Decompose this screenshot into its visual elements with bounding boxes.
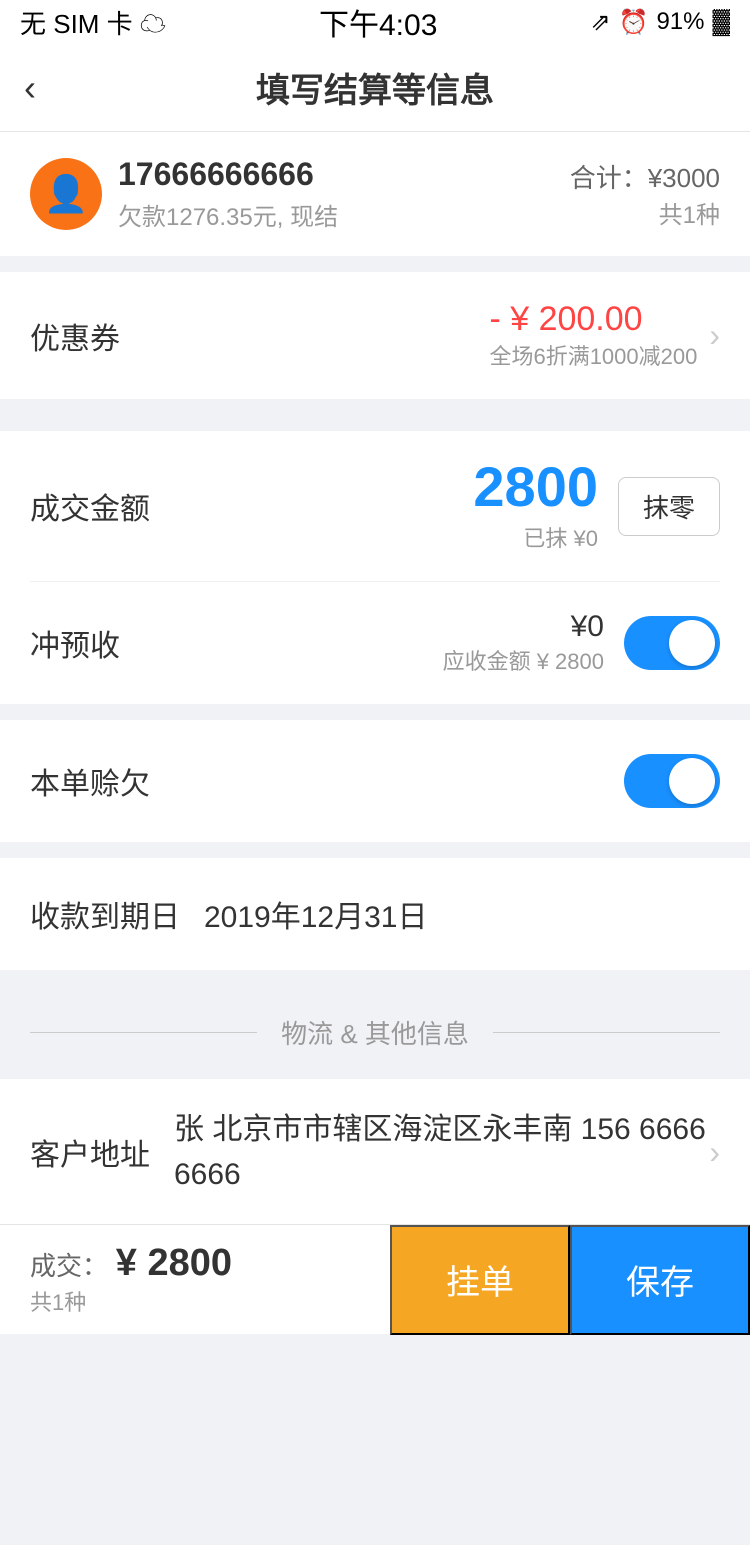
coupon-desc: 全场6折满1000减200 xyxy=(489,339,697,371)
status-left: 无 SIM 卡 ☁ xyxy=(20,4,166,41)
prepay-row: 冲预收 ¥0 应收金额 ¥ 2800 xyxy=(30,582,720,704)
amount-right: 2800 已抹 ¥0 抹零 xyxy=(473,459,720,553)
battery-label: 91% xyxy=(656,8,704,36)
location-icon: ⇗ xyxy=(590,8,610,37)
summary-amount: ¥ 2800 xyxy=(116,1242,232,1284)
round-button[interactable]: 抹零 xyxy=(618,477,720,536)
divider-3 xyxy=(0,842,750,858)
avatar-icon: 👤 xyxy=(44,173,89,215)
customer-card: 👤 17666666666 欠款1276.35元, 现结 合计：¥3000 共1… xyxy=(0,132,750,256)
bottom-summary: 成交： ¥ 2800 共1种 xyxy=(0,1242,390,1317)
status-bar: 无 SIM 卡 ☁ 下午4:03 ⇗ ⏰ 91% ▓ xyxy=(0,0,750,44)
debt-row: 本单赊欠 xyxy=(0,720,750,842)
logistics-line-right xyxy=(493,1032,720,1033)
summary-top: 成交： ¥ 2800 xyxy=(30,1242,360,1285)
address-row[interactable]: 客户地址 张 北京市市辖区海淀区永丰南 156 6666 6666 › xyxy=(0,1079,750,1225)
coupon-label: 优惠券 xyxy=(30,314,120,358)
logistics-line-left xyxy=(30,1032,257,1033)
amount-row: 成交金额 2800 已抹 ¥0 抹零 xyxy=(30,431,720,582)
divider-1 xyxy=(0,415,750,431)
battery-icon: ▓ xyxy=(713,8,731,36)
prepay-value-block: ¥0 应收金额 ¥ 2800 xyxy=(443,610,604,676)
logistics-header: 物流 & 其他信息 xyxy=(0,986,750,1079)
customer-left: 👤 17666666666 欠款1276.35元, 现结 xyxy=(30,156,338,232)
amount-sub: 已抹 ¥0 xyxy=(473,521,598,553)
debt-label: 本单赊欠 xyxy=(30,759,150,803)
prepay-value: ¥0 xyxy=(443,610,604,644)
debt-toggle[interactable] xyxy=(624,754,720,808)
status-right: ⇗ ⏰ 91% ▓ xyxy=(590,8,730,37)
coupon-right: - ¥ 200.00 全场6折满1000减200 › xyxy=(489,300,720,371)
due-date-label: 收款到期日 xyxy=(30,892,180,936)
coupon-block: - ¥ 200.00 全场6折满1000减200 xyxy=(489,300,697,371)
page-title: 填写结算等信息 xyxy=(256,63,494,112)
customer-info: 17666666666 欠款1276.35元, 现结 xyxy=(118,156,338,232)
amount-value: 2800 xyxy=(473,459,598,515)
amount-block: 2800 已抹 ¥0 xyxy=(473,459,598,553)
sim-wifi-label: 无 SIM 卡 ☁ xyxy=(20,4,166,41)
due-date-value: 2019年12月31日 xyxy=(204,892,427,936)
customer-total: 合计：¥3000 共1种 xyxy=(570,158,720,230)
avatar: 👤 xyxy=(30,158,102,230)
summary-label: 成交： xyxy=(30,1251,108,1281)
divider-4 xyxy=(0,970,750,986)
customer-phone: 17666666666 xyxy=(118,156,338,193)
back-button[interactable]: ‹ xyxy=(24,67,36,109)
amount-label: 成交金额 xyxy=(30,484,150,528)
prepay-right: ¥0 应收金额 ¥ 2800 xyxy=(443,610,720,676)
alarm-icon: ⏰ xyxy=(619,8,649,37)
pending-button[interactable]: 挂单 xyxy=(390,1225,570,1335)
save-button[interactable]: 保存 xyxy=(570,1225,750,1335)
due-row: 收款到期日 2019年12月31日 xyxy=(0,858,750,970)
divider-2 xyxy=(0,704,750,720)
prepay-toggle[interactable] xyxy=(624,616,720,670)
nav-bar: ‹ 填写结算等信息 xyxy=(0,44,750,132)
summary-count: 共1种 xyxy=(30,1285,360,1317)
coupon-value: - ¥ 200.00 xyxy=(489,300,697,339)
coupon-section: 优惠券 - ¥ 200.00 全场6折满1000减200 › xyxy=(0,272,750,399)
total-label: 合计：¥3000 xyxy=(570,158,720,195)
coupon-row[interactable]: 优惠券 - ¥ 200.00 全场6折满1000减200 › xyxy=(0,272,750,399)
amount-section: 成交金额 2800 已抹 ¥0 抹零 冲预收 ¥0 应收金额 ¥ 2800 xyxy=(0,431,750,704)
status-time: 下午4:03 xyxy=(319,0,437,44)
address-chevron: › xyxy=(709,1134,720,1171)
prepay-label: 冲预收 xyxy=(30,621,120,665)
prepay-sub: 应收金额 ¥ 2800 xyxy=(443,644,604,676)
address-value: 张 北京市市辖区海淀区永丰南 156 6666 6666 xyxy=(174,1107,709,1197)
coupon-chevron: › xyxy=(709,317,720,354)
address-label: 客户地址 xyxy=(30,1130,150,1174)
logistics-title: 物流 & 其他信息 xyxy=(257,1014,493,1051)
bottom-bar: 成交： ¥ 2800 共1种 挂单 保存 xyxy=(0,1224,750,1334)
customer-debt: 欠款1276.35元, 现结 xyxy=(118,197,338,232)
total-count: 共1种 xyxy=(570,195,720,230)
